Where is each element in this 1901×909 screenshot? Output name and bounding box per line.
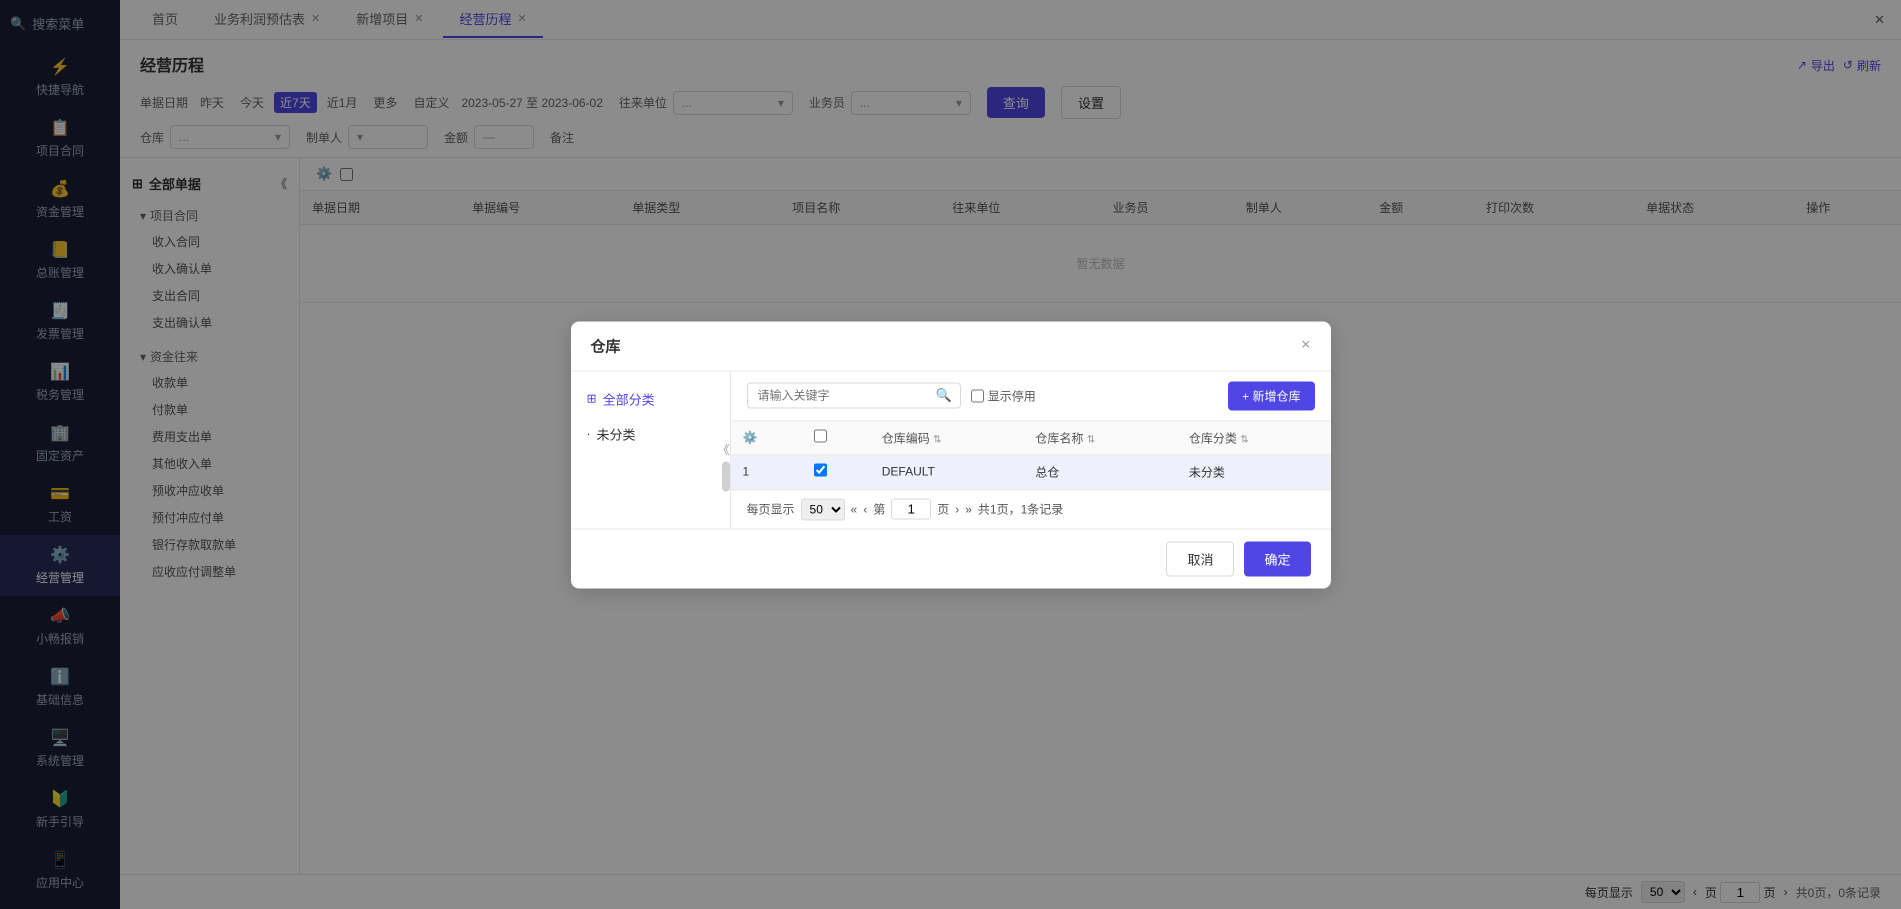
modal-search-input[interactable] [748,384,928,408]
row-code: DEFAULT [870,455,1024,489]
th-settings: ⚙️ [731,421,802,455]
sort-icon-category: ⇅ [1240,434,1248,445]
modal-per-page-select[interactable]: 50 [801,498,845,520]
th-name-text: 仓库名称 [1035,431,1083,445]
modal-left-nav: ⊞ 全部分类 · 未分类 《 [571,371,731,528]
modal-prev-btn[interactable]: ‹ [863,502,867,516]
modal-left-item-unclassified[interactable]: · 未分类 [571,416,730,451]
modal-page-label: 第 [873,501,885,518]
confirm-button[interactable]: 确定 [1244,541,1310,576]
modal-select-all[interactable] [814,430,827,443]
modal-search-icon: 🔍 [928,388,960,404]
modal-pagination: 每页显示 50 « ‹ 第 页 › » 共1页，1条记录 [731,489,1331,528]
th-category-text: 仓库分类 [1189,431,1237,445]
modal-table: ⚙️ 仓库编码 ⇅ 仓库名称 ⇅ 仓库分类 [731,421,1331,489]
modal-toolbar: 🔍 显示停用 + 新增仓库 [731,371,1331,421]
add-warehouse-button[interactable]: + 新增仓库 [1228,381,1314,410]
modal-footer: 取消 确定 [571,528,1331,588]
modal-first-btn[interactable]: « [851,502,858,516]
th-code: 仓库编码 ⇅ [870,421,1024,455]
modal-left-collapse-button[interactable]: 《 [717,441,729,458]
modal-page-suffix: 页 [937,501,949,518]
row-checkbox[interactable] [802,455,870,489]
th-category: 仓库分类 ⇅ [1177,421,1331,455]
th-name: 仓库名称 ⇅ [1023,421,1177,455]
show-disabled-text: 显示停用 [988,387,1036,404]
modal-header: 仓库 × [571,321,1331,371]
modal-table-body: 1 DEFAULT 总仓 未分类 [731,455,1331,489]
modal-next-btn[interactable]: › [955,502,959,516]
modal-table-wrap: ⚙️ 仓库编码 ⇅ 仓库名称 ⇅ 仓库分类 [731,421,1331,489]
modal-table-header: ⚙️ 仓库编码 ⇅ 仓库名称 ⇅ 仓库分类 [731,421,1331,455]
modal-total-info: 共1页，1条记录 [978,501,1063,518]
th-checkbox [802,421,870,455]
modal-per-page-label: 每页显示 [747,501,795,518]
modal-left-item-all[interactable]: ⊞ 全部分类 [571,381,730,416]
sort-icon-code: ⇅ [933,434,941,445]
modal-close-button[interactable]: × [1301,337,1310,355]
row-num: 1 [731,455,802,489]
modal-last-btn[interactable]: » [965,502,972,516]
modal-right: 🔍 显示停用 + 新增仓库 ⚙️ 仓库编码 [731,371,1331,528]
modal-page-input[interactable] [891,499,931,520]
modal-left-icon: · [587,427,591,441]
modal-left-label: 全部分类 [603,389,655,408]
modal-table-header-row: ⚙️ 仓库编码 ⇅ 仓库名称 ⇅ 仓库分类 [731,421,1331,455]
show-disabled-label[interactable]: 显示停用 [971,387,1036,404]
show-disabled-checkbox[interactable] [971,389,984,402]
row-check[interactable] [814,464,827,477]
row-category: 未分类 [1177,455,1331,489]
modal-left-label: 未分类 [597,424,636,443]
modal-left-icon: ⊞ [587,392,597,406]
th-code-text: 仓库编码 [882,431,930,445]
row-name: 总仓 [1023,455,1177,489]
modal-table-row[interactable]: 1 DEFAULT 总仓 未分类 [731,455,1331,489]
modal-body: ⊞ 全部分类 · 未分类 《 🔍 显示停用 + 新增仓库 [571,371,1331,528]
sort-icon-name: ⇅ [1087,434,1095,445]
modal-left-items: ⊞ 全部分类 · 未分类 [571,381,730,451]
warehouse-modal: 仓库 × ⊞ 全部分类 · 未分类 《 🔍 显示停用 [571,321,1331,588]
cancel-button[interactable]: 取消 [1166,541,1234,576]
modal-title: 仓库 [591,335,621,356]
